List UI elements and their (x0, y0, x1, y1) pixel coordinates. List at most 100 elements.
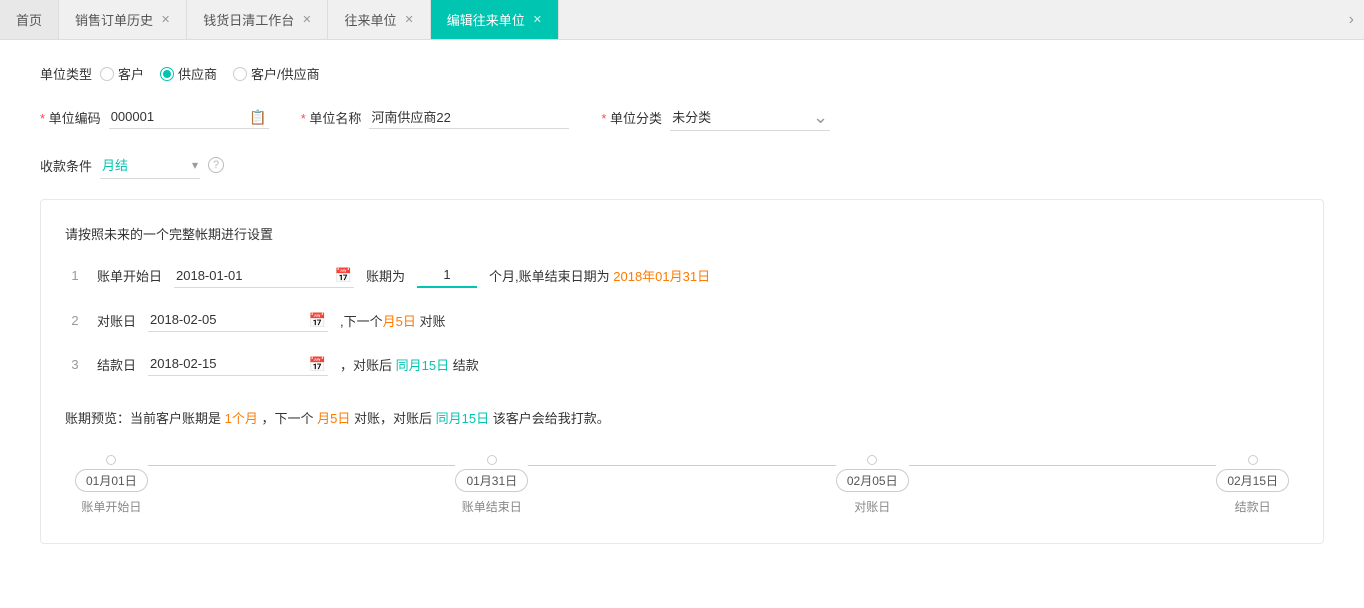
row-field-label-2: 对账日 (97, 311, 136, 330)
unit-code-input-wrap: 📋 (109, 105, 269, 129)
summary-suffix: 该客户会给我打款。 (493, 411, 610, 426)
row-cal-icon-1[interactable]: 📅 (335, 267, 352, 284)
tl-label-2: 账单结束日 (462, 498, 522, 515)
tab-cash-work-close[interactable]: ✕ (302, 13, 311, 26)
unit-classify-wrap: 未分类 ⌄ (670, 103, 830, 131)
unit-code-icon[interactable]: 📋 (249, 109, 266, 126)
row-date-input-2[interactable] (148, 308, 328, 332)
summary-text: 账期预览：当前客户账期是 1个月 ，下一个 月5日 对账，对账后 同月15日 该… (65, 396, 1299, 447)
row-field-label-1: 账单开始日 (97, 266, 162, 285)
tl-dot-3 (867, 455, 877, 465)
row-field-label-3: 结款日 (97, 355, 136, 374)
tab-edit-partner[interactable]: 编辑往来单位 ✕ (431, 0, 559, 39)
unit-type-label: 单位类型 (40, 64, 92, 83)
tl-label-4: 结款日 (1235, 498, 1271, 515)
tl-line-1 (148, 465, 456, 466)
setting-row-1: 1 账单开始日 📅 账期为 个月,账单结束日期为 2018年01月31日 (65, 263, 1299, 288)
summary-h1: 1个月 (225, 411, 258, 426)
row-date-wrap-3: 📅 (148, 352, 328, 376)
tab-partner-unit[interactable]: 往来单位 ✕ (328, 0, 430, 39)
unit-type-row: 单位类型 客户 供应商 客户/供应商 (40, 64, 1324, 83)
tl-dot-1 (106, 455, 116, 465)
unit-name-group: 单位名称 (301, 105, 570, 129)
summary-mid1: ，下一个 (262, 411, 314, 426)
row-date-input-3[interactable] (148, 352, 328, 376)
row-date-wrap-1: 📅 (174, 264, 354, 288)
panel-title: 请按照未来的一个完整帐期进行设置 (65, 224, 1299, 243)
unit-name-label: 单位名称 (301, 108, 362, 127)
unit-classify-group: 单位分类 未分类 ⌄ (601, 103, 830, 131)
setting-row-2: 2 对账日 📅 ,下一个月5日 对账 (65, 308, 1299, 332)
tl-label-3: 对账日 (854, 498, 890, 515)
unit-classify-arrow[interactable]: ⌄ (813, 107, 828, 128)
row-desc-suffix-1: 个月,账单结束日期为 2018年01月31日 (489, 266, 710, 285)
tl-badge-1: 01月01日 (75, 469, 148, 492)
timeline-node-3: 02月05日 对账日 (836, 447, 909, 515)
unit-type-group: 单位类型 客户 供应商 客户/供应商 (40, 64, 320, 83)
tab-sales-order-close[interactable]: ✕ (161, 13, 170, 26)
row-cal-icon-2[interactable]: 📅 (309, 312, 326, 329)
payment-terms-label: 收款条件 (40, 156, 92, 175)
tab-partner-unit-close[interactable]: ✕ (405, 13, 414, 26)
tl-line-2 (528, 465, 836, 466)
row-desc-prefix-1: 账期为 (366, 266, 405, 285)
row-highlight-2: 月5日 (383, 314, 416, 329)
tab-edit-partner-label: 编辑往来单位 (447, 10, 525, 29)
payment-terms-help[interactable]: ? (208, 157, 224, 173)
tab-cash-work-label: 钱货日清工作台 (203, 10, 294, 29)
tab-sales-order[interactable]: 销售订单历史 ✕ (59, 0, 187, 39)
radio-supplier-circle (160, 67, 174, 81)
unit-info-row: 单位编码 📋 单位名称 单位分类 未分类 ⌄ (40, 103, 1324, 131)
tabs-bar: 首页 销售订单历史 ✕ 钱货日清工作台 ✕ 往来单位 ✕ 编辑往来单位 ✕ › (0, 0, 1364, 40)
payment-terms-row: 收款条件 月结 ▾ ? (40, 151, 1324, 179)
radio-both-circle (233, 67, 247, 81)
tab-edit-partner-close[interactable]: ✕ (533, 13, 542, 26)
payment-terms-display[interactable]: 月结 (100, 151, 200, 179)
row-date-input-1[interactable] (174, 264, 354, 288)
unit-name-input[interactable] (369, 105, 569, 129)
row-num-2: 2 (65, 313, 85, 328)
summary-prefix: 账期预览：当前客户账期是 (65, 411, 221, 426)
payment-terms-group: 收款条件 月结 ▾ ? (40, 151, 224, 179)
summary-h3: 同月15日 (436, 411, 489, 426)
tl-badge-4: 02月15日 (1216, 469, 1289, 492)
row-num-1: 1 (65, 268, 85, 283)
tab-home-label: 首页 (16, 10, 42, 29)
radio-customer-label: 客户 (118, 64, 144, 83)
tl-badge-2: 01月31日 (455, 469, 528, 492)
row-date-wrap-2: 📅 (148, 308, 328, 332)
main-content: 单位类型 客户 供应商 客户/供应商 单位编码 (0, 40, 1364, 608)
payment-terms-arrow[interactable]: ▾ (192, 158, 198, 172)
unit-classify-display[interactable]: 未分类 (670, 103, 830, 131)
payment-terms-select-wrap: 月结 ▾ (100, 151, 200, 179)
radio-both-label: 客户/供应商 (251, 64, 320, 83)
tl-badge-3: 02月05日 (836, 469, 909, 492)
tl-dot-4 (1248, 455, 1258, 465)
radio-customer[interactable]: 客户 (100, 64, 144, 83)
radio-supplier[interactable]: 供应商 (160, 64, 217, 83)
tabs-scroll-right[interactable]: › (1339, 0, 1364, 39)
unit-classify-label: 单位分类 (601, 108, 662, 127)
row-highlight-1: 2018年01月31日 (613, 269, 710, 284)
tab-sales-order-label: 销售订单历史 (75, 10, 153, 29)
tl-dot-2 (487, 455, 497, 465)
summary-mid2: 对账，对账后 (354, 411, 436, 426)
tab-cash-work[interactable]: 钱货日清工作台 ✕ (187, 0, 328, 39)
unit-code-input[interactable] (109, 105, 269, 129)
radio-both[interactable]: 客户/供应商 (233, 64, 320, 83)
tab-partner-unit-label: 往来单位 (344, 10, 396, 29)
tab-home[interactable]: 首页 (0, 0, 59, 39)
radio-supplier-label: 供应商 (178, 64, 217, 83)
unit-code-group: 单位编码 📋 (40, 105, 269, 129)
row-desc-3: ，对账后 同月15日 结款 (340, 355, 479, 374)
period-input[interactable] (417, 263, 477, 288)
timeline-node-2: 01月31日 账单结束日 (455, 447, 528, 515)
settings-panel: 请按照未来的一个完整帐期进行设置 1 账单开始日 📅 账期为 个月,账单结束日期… (40, 199, 1324, 544)
summary-h2: 月5日 (317, 411, 350, 426)
row-cal-icon-3[interactable]: 📅 (309, 356, 326, 373)
radio-group-unit-type: 客户 供应商 客户/供应商 (100, 64, 320, 83)
tl-line-3 (909, 465, 1217, 466)
timeline: 01月01日 账单开始日 01月31日 账单结束日 02月05日 对账日 (65, 447, 1299, 515)
unit-code-label: 单位编码 (40, 108, 101, 127)
timeline-node-4: 02月15日 结款日 (1216, 447, 1289, 515)
